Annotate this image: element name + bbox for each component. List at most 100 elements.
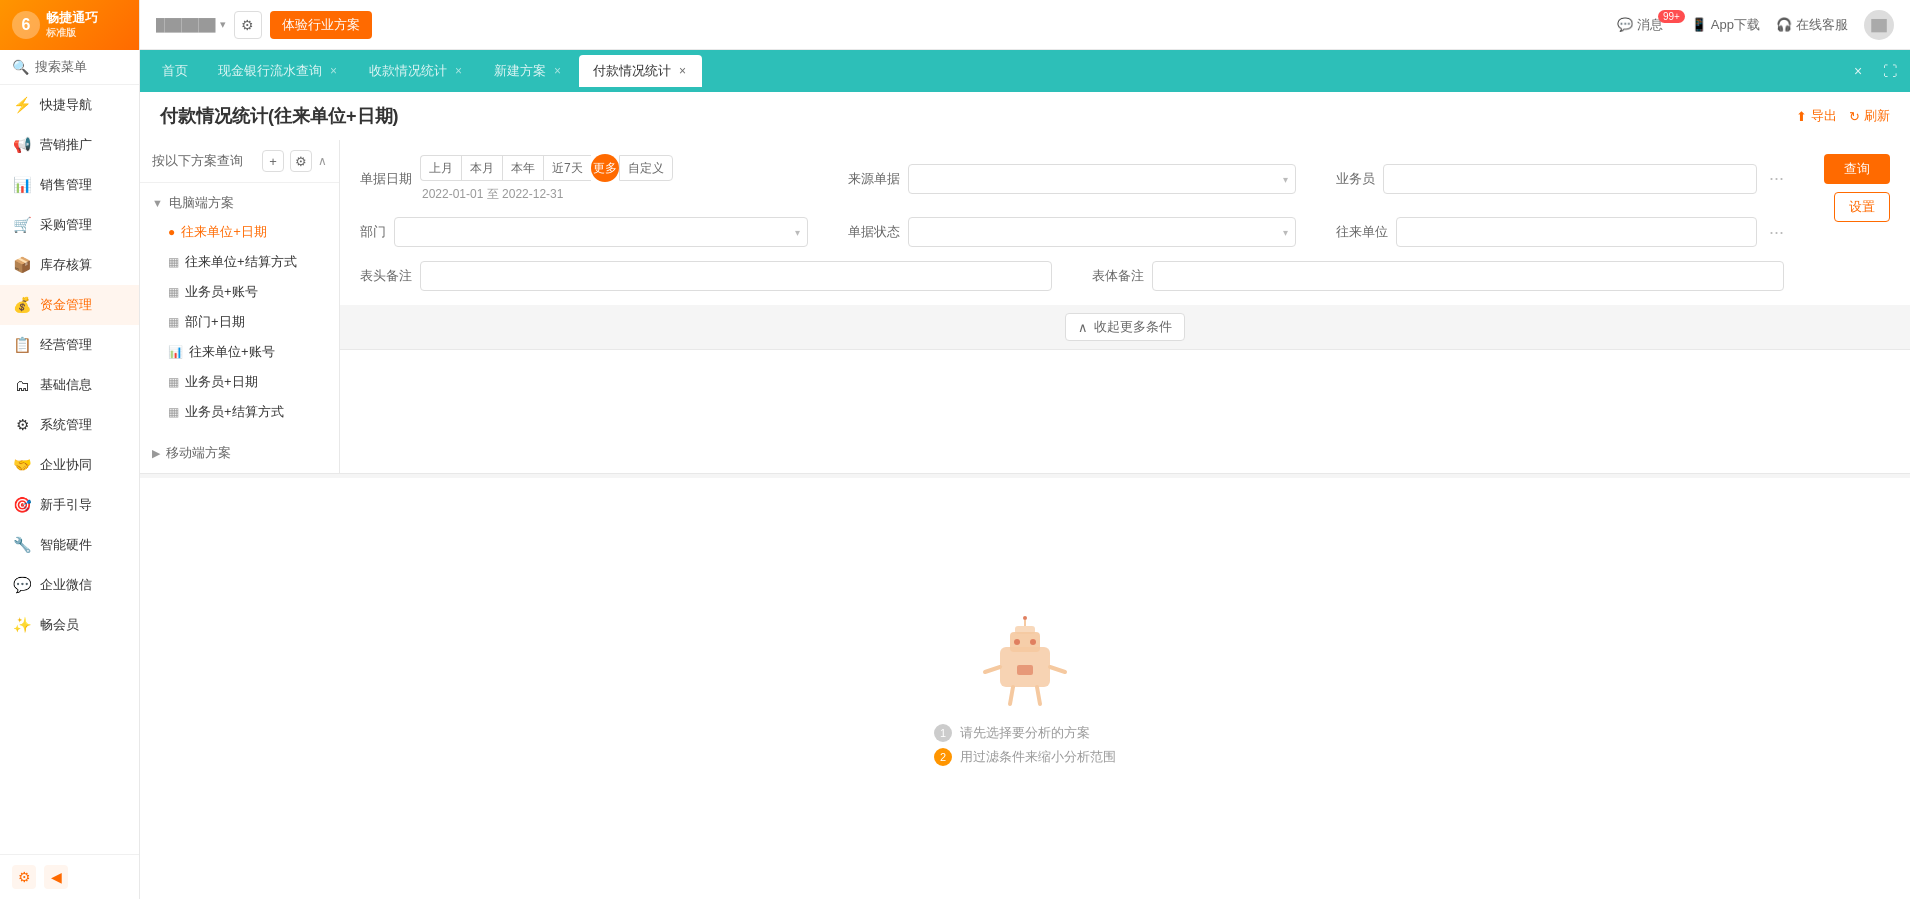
customer-service-button[interactable]: 🎧 在线客服 [1776, 16, 1848, 34]
tabs-close-button[interactable]: × [1846, 59, 1870, 83]
stats-header-buttons: ⬆ 导出 ↻ 刷新 [1796, 107, 1890, 125]
messages-button[interactable]: 💬 消息 99+ [1617, 16, 1675, 34]
date-btn-本年[interactable]: 本年 [502, 155, 543, 181]
refresh-label: 刷新 [1864, 107, 1890, 125]
scheme-item-staff-account[interactable]: ▦业务员+账号 [140, 277, 339, 307]
sidebar-item-quick-nav[interactable]: ⚡ 快捷导航 [0, 85, 139, 125]
sidebar-item-label-fund: 资金管理 [40, 296, 92, 314]
scheme-settings-button[interactable]: ⚙ [290, 150, 312, 172]
filter-dots-input-1-2[interactable] [1396, 217, 1757, 247]
refresh-button[interactable]: ↻ 刷新 [1849, 107, 1890, 125]
query-button[interactable]: 查询 [1824, 154, 1890, 184]
filter-input-2-1[interactable] [1152, 261, 1784, 291]
scheme-collapse-button[interactable]: ∧ [318, 154, 327, 168]
app-download-button[interactable]: 📱 App下载 [1691, 16, 1760, 34]
filter-dots-btn-1-2[interactable]: ··· [1769, 222, 1784, 243]
sidebar-item-icon-member: ✨ [12, 615, 32, 635]
filter-select-1-0[interactable] [394, 217, 808, 247]
user-avatar[interactable]: ██ [1864, 10, 1894, 40]
sidebar-item-purchase[interactable]: 🛒 采购管理 [0, 205, 139, 245]
sidebar-item-icon-wechat: 💬 [12, 575, 32, 595]
sidebar-item-label-quick-nav: 快捷导航 [40, 96, 92, 114]
date-btn-custom[interactable]: 自定义 [619, 155, 673, 181]
tab-cash-flow[interactable]: 现金银行流水查询 × [204, 55, 353, 87]
sidebar-item-inventory[interactable]: 📦 库存核算 [0, 245, 139, 285]
scheme-item-staff-settle[interactable]: ▦业务员+结算方式 [140, 397, 339, 427]
date-btn-近7天[interactable]: 近7天 [543, 155, 591, 181]
collapse-conditions-button[interactable]: ∧ 收起更多条件 [1065, 313, 1185, 341]
scheme-group-header-mobile[interactable]: ▶移动端方案 [140, 439, 339, 467]
sidebar-item-fund[interactable]: 💰 资金管理 [0, 285, 139, 325]
svg-line-5 [985, 667, 1000, 672]
filter-col-0-0: 单据日期上月本月本年近7天更多自定义 2022-01-01 至 2022-12-3… [360, 154, 828, 203]
scheme-item-label-unit-account: 往来单位+账号 [189, 343, 275, 361]
date-range-display: 2022-01-01 至 2022-12-31 [420, 186, 808, 203]
sidebar-item-sales[interactable]: 📊 销售管理 [0, 165, 139, 205]
sidebar-item-marketing[interactable]: 📢 营销推广 [0, 125, 139, 165]
export-button[interactable]: ⬆ 导出 [1796, 107, 1837, 125]
user-info[interactable]: ███████ ▾ [156, 18, 226, 32]
scheme-add-button[interactable]: + [262, 150, 284, 172]
sidebar-item-icon-quick-nav: ⚡ [12, 95, 32, 115]
sidebar-item-basic[interactable]: 🗂 基础信息 [0, 365, 139, 405]
settings-icon[interactable]: ⚙ [12, 865, 36, 889]
filter-label-2-0: 表头备注 [360, 267, 412, 285]
filter-col-0-2: 业务员··· [1336, 164, 1784, 194]
tab-payment-stats[interactable]: 付款情况统计 × [579, 55, 702, 87]
tab-label-cash-flow: 现金银行流水查询 [218, 62, 322, 80]
tab-close-receipt-stats[interactable]: × [453, 63, 464, 79]
sidebar-item-ops[interactable]: 📋 经营管理 [0, 325, 139, 365]
sidebar-nav: ⚡ 快捷导航 📢 营销推广 📊 销售管理 🛒 采购管理 📦 库存核算 💰 资金管… [0, 85, 139, 854]
tab-close-cash-flow[interactable]: × [328, 63, 339, 79]
tab-label-payment-stats: 付款情况统计 [593, 62, 671, 80]
sidebar-item-hardware[interactable]: 🔧 智能硬件 [0, 525, 139, 565]
collapse-icon[interactable]: ◀ [44, 865, 68, 889]
scheme-item-icon-staff-account: ▦ [168, 285, 179, 299]
filter-dots-btn-0-2[interactable]: ··· [1769, 168, 1784, 189]
scheme-item-unit-settle[interactable]: ▦往来单位+结算方式 [140, 247, 339, 277]
filter-col-1-1: 单据状态▾ [848, 217, 1316, 247]
filter-select-0-1[interactable] [908, 164, 1296, 194]
date-btn-more[interactable]: 更多 [591, 154, 619, 182]
message-icon: 💬 [1617, 17, 1633, 32]
sidebar-item-label-marketing: 营销推广 [40, 136, 92, 154]
tab-close-payment-stats[interactable]: × [677, 63, 688, 79]
svg-line-7 [1010, 687, 1013, 704]
sidebar-item-system[interactable]: ⚙ 系统管理 [0, 405, 139, 445]
sidebar: 6 畅捷通巧 标准版 🔍 搜索菜单 ⚡ 快捷导航 📢 营销推广 📊 销售管理 🛒… [0, 0, 140, 899]
sidebar-item-collab[interactable]: 🤝 企业协同 [0, 445, 139, 485]
scheme-panel: 按以下方案查询 + ⚙ ∧ ▼电脑端方案●往来单位+日期▦往来单位+结算方式▦业… [140, 140, 340, 473]
tab-new-scheme[interactable]: 新建方案× [480, 55, 577, 87]
sidebar-item-label-hardware: 智能硬件 [40, 536, 92, 554]
sidebar-item-label-system: 系统管理 [40, 416, 92, 434]
filter-dots-input-0-2[interactable] [1383, 164, 1757, 194]
settings-button[interactable]: ⚙ [234, 11, 262, 39]
tab-close-new-scheme[interactable]: × [552, 63, 563, 79]
tip-num-1: 1 [934, 724, 952, 742]
dropdown-arrow[interactable]: ▾ [220, 18, 226, 31]
filter-select-1-1[interactable] [908, 217, 1296, 247]
date-btn-本月[interactable]: 本月 [461, 155, 502, 181]
main-area: ███████ ▾ ⚙ 体验行业方案 💬 消息 99+ 📱 App下载 🎧 在线… [140, 0, 1910, 899]
scheme-group-header-desktop[interactable]: ▼电脑端方案 [140, 189, 339, 217]
scheme-item-dept-date[interactable]: ▦部门+日期 [140, 307, 339, 337]
scheme-item-staff-date[interactable]: ▦业务员+日期 [140, 367, 339, 397]
filter-input-2-0[interactable] [420, 261, 1052, 291]
sidebar-item-guide[interactable]: 🎯 新手引导 [0, 485, 139, 525]
filter-settings-button[interactable]: 设置 [1834, 192, 1890, 222]
sidebar-search[interactable]: 🔍 搜索菜单 [0, 50, 139, 85]
svg-point-3 [1030, 639, 1036, 645]
filter-label-0-0: 单据日期 [360, 170, 412, 188]
empty-tip-2: 2 用过滤条件来缩小分析范围 [934, 748, 1116, 766]
tab-home[interactable]: 首页 [148, 55, 202, 87]
sidebar-item-member[interactable]: ✨ 畅会员 [0, 605, 139, 645]
tab-receipt-stats[interactable]: 收款情况统计× [355, 55, 478, 87]
scheme-item-unit-date[interactable]: ●往来单位+日期 [140, 217, 339, 247]
date-btn-上月[interactable]: 上月 [420, 155, 461, 181]
tabs-expand-button[interactable]: ⛶ [1878, 59, 1902, 83]
svg-point-11 [1023, 616, 1027, 620]
scheme-item-unit-account[interactable]: 📊往来单位+账号 [140, 337, 339, 367]
sidebar-item-wechat[interactable]: 💬 企业微信 [0, 565, 139, 605]
tabs-bar: 首页现金银行流水查询×收款情况统计×新建方案×付款情况统计× × ⛶ [140, 50, 1910, 92]
trial-button[interactable]: 体验行业方案 [270, 11, 372, 39]
